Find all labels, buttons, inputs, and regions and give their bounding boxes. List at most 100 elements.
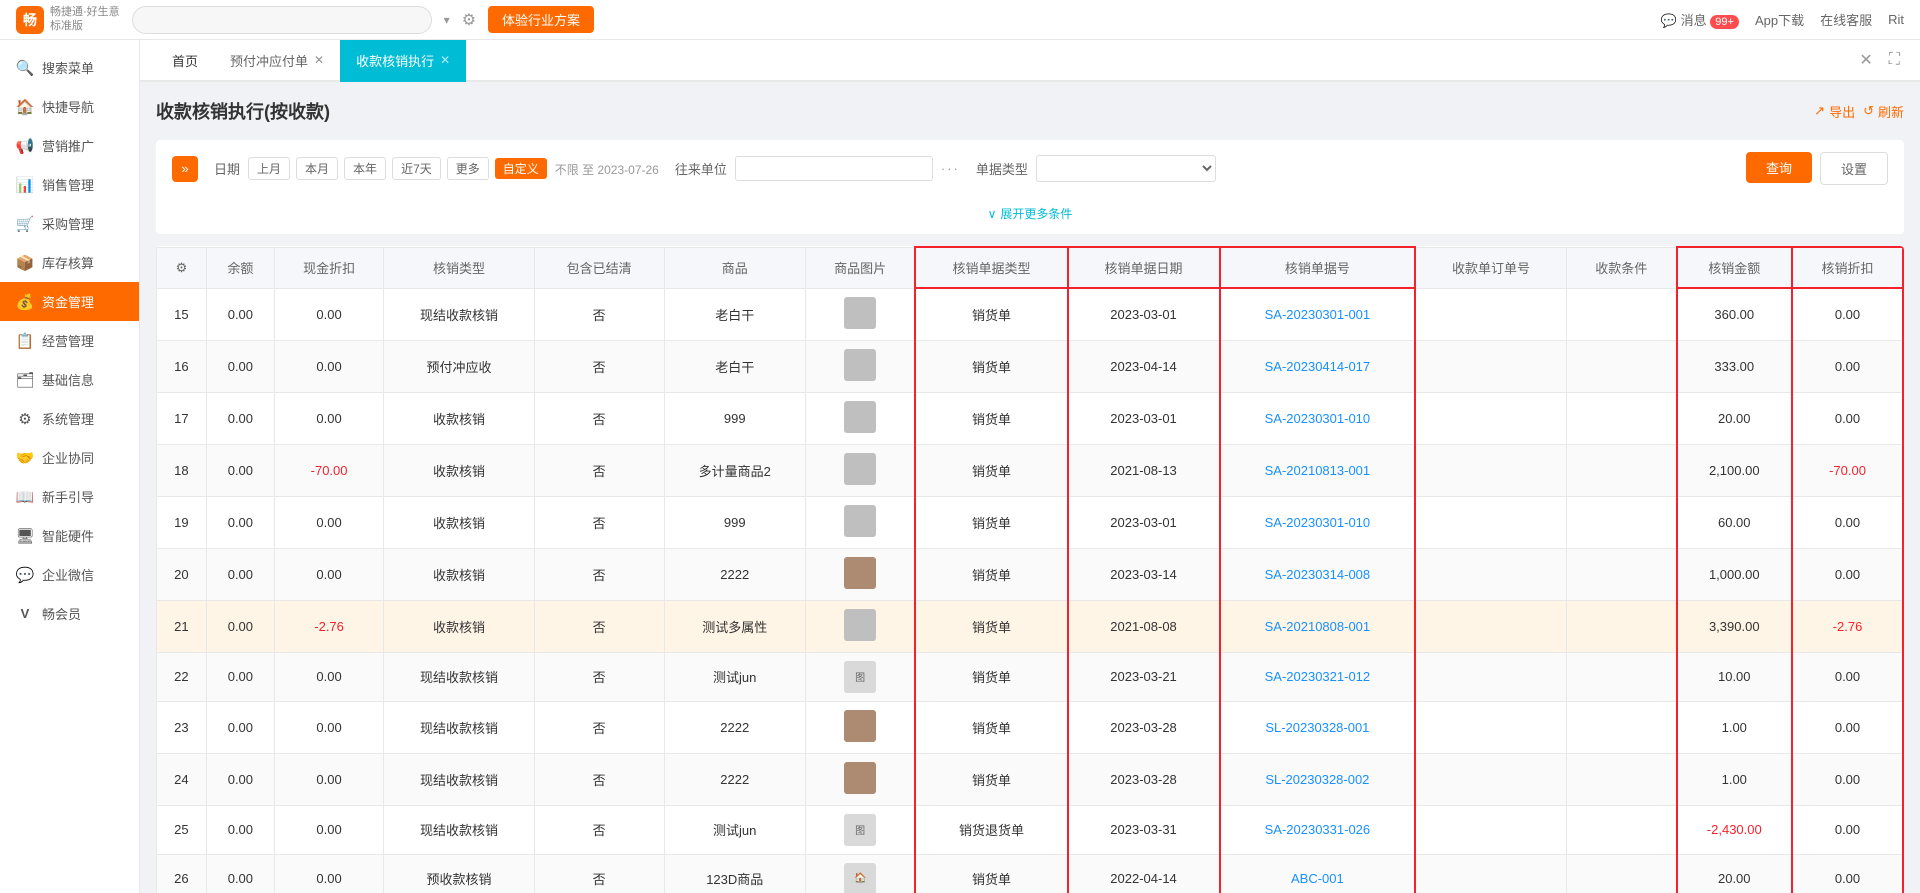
doc-no-link[interactable]: ABC-001 — [1291, 871, 1344, 886]
user-name[interactable]: Rit — [1888, 12, 1904, 27]
sidebar: 🔍 搜索菜单 🏠 快捷导航 📢 营销推广 📊 销售管理 🛒 采购管理 📦 库存核… — [0, 40, 140, 893]
inventory-icon: 📦 — [16, 254, 34, 272]
sidebar-item-quicknav[interactable]: 🏠 快捷导航 — [0, 87, 139, 126]
col-settings[interactable]: ⚙ — [157, 247, 207, 288]
logo-text: 畅捷通·好生意标准版 — [50, 6, 120, 32]
doc-no-link[interactable]: SA-20230301-010 — [1265, 515, 1371, 530]
cell-product: 多计量商品2 — [664, 444, 805, 496]
operations-icon: 📋 — [16, 332, 34, 350]
col-doc-type: 核销单据类型 — [915, 247, 1067, 288]
table-header: ⚙ 余额 现金折扣 核销类型 包含已结清 商品 商品图片 核销单据类型 核销单据… — [157, 247, 1904, 288]
date-btn-7days[interactable]: 近7天 — [392, 157, 441, 180]
sidebar-item-system[interactable]: ⚙ 系统管理 — [0, 399, 139, 438]
settings-icon[interactable]: ⚙ — [462, 10, 476, 30]
doc-no-link[interactable]: SA-20210808-001 — [1265, 619, 1371, 634]
system-icon: ⚙ — [16, 410, 34, 428]
doc-no-link[interactable]: SA-20230321-012 — [1265, 669, 1371, 684]
cell-cash-discount: 0.00 — [274, 854, 383, 893]
cell-doc-no: SA-20230331-026 — [1220, 805, 1416, 854]
cell-discount: 0.00 — [1792, 805, 1903, 854]
doc-no-link[interactable]: SA-20230331-026 — [1265, 822, 1371, 837]
cell-balance: 0.00 — [206, 444, 274, 496]
col-pay-cond: 收款条件 — [1566, 247, 1676, 288]
online-service-link[interactable]: 在线客服 — [1820, 10, 1872, 29]
sidebar-item-label: 新手引导 — [42, 487, 94, 506]
sidebar-item-guide[interactable]: 📖 新手引导 — [0, 477, 139, 516]
main-panel: 首页 预付冲应付单 ✕ 收款核销执行 ✕ ✕ ⛶ 收款核销执行(按收款) — [140, 40, 1920, 893]
doc-no-link[interactable]: SL-20230328-002 — [1265, 772, 1369, 787]
date-btn-more[interactable]: 更多 — [447, 157, 489, 180]
hardware-icon: 🖥 — [16, 527, 34, 545]
tab-fullscreen-button[interactable]: ⛶ — [1885, 46, 1904, 74]
refresh-button[interactable]: ↺ 刷新 — [1863, 102, 1904, 121]
sidebar-item-marketing[interactable]: 📢 营销推广 — [0, 126, 139, 165]
sidebar-item-operations[interactable]: 📋 经营管理 — [0, 321, 139, 360]
setting-button[interactable]: 设置 — [1820, 152, 1888, 185]
tab-prepay-close[interactable]: ✕ — [314, 53, 324, 67]
date-btn-last-month[interactable]: 上月 — [248, 157, 290, 180]
tab-receipt[interactable]: 收款核销执行 ✕ — [340, 40, 466, 82]
tab-receipt-close[interactable]: ✕ — [440, 53, 450, 67]
product-image: 🏠 — [844, 863, 876, 893]
doc-no-link[interactable]: SA-20210813-001 — [1265, 463, 1371, 478]
doc-no-link[interactable]: SL-20230328-001 — [1265, 720, 1369, 735]
sidebar-item-search[interactable]: 🔍 搜索菜单 — [0, 48, 139, 87]
sidebar-item-label: 搜索菜单 — [42, 58, 94, 77]
marketing-icon: 📢 — [16, 137, 34, 155]
sidebar-item-member[interactable]: V 畅会员 — [0, 594, 139, 633]
search-input[interactable] — [132, 6, 432, 34]
cell-settled: 否 — [534, 288, 664, 340]
receipt-type-label: 单据类型 — [976, 159, 1028, 178]
cell-order-no — [1415, 652, 1566, 701]
date-btn-this-year[interactable]: 本年 — [344, 157, 386, 180]
sidebar-item-label: 采购管理 — [42, 214, 94, 233]
app-download-link[interactable]: App下载 — [1755, 10, 1804, 29]
doc-no-link[interactable]: SA-20230301-001 — [1265, 307, 1371, 322]
cell-doc-type: 销货单 — [915, 288, 1067, 340]
cell-doc-no: SA-20210813-001 — [1220, 444, 1416, 496]
sidebar-item-label: 资金管理 — [42, 292, 94, 311]
from-unit-input[interactable] — [735, 156, 933, 181]
sidebar-item-collab[interactable]: 🤝 企业协同 — [0, 438, 139, 477]
message-icon[interactable]: 💬 消息 99+ — [1661, 10, 1739, 29]
filter-expand-button[interactable]: » — [172, 156, 198, 182]
receipt-type-select[interactable] — [1036, 155, 1216, 182]
cell-doc-no: SA-20210808-001 — [1220, 600, 1416, 652]
cell-pay-cond — [1566, 805, 1676, 854]
tab-prepay[interactable]: 预付冲应付单 ✕ — [214, 40, 340, 82]
doc-no-link[interactable]: SA-20230414-017 — [1265, 359, 1371, 374]
table-row: 23 0.00 0.00 现结收款核销 否 2222 销货单 2023-03-2… — [157, 701, 1904, 753]
sidebar-item-purchase[interactable]: 🛒 采购管理 — [0, 204, 139, 243]
sidebar-item-inventory[interactable]: 📦 库存核算 — [0, 243, 139, 282]
table-row: 26 0.00 0.00 预收款核销 否 123D商品 🏠 销货单 2022-0… — [157, 854, 1904, 893]
doc-no-link[interactable]: SA-20230314-008 — [1265, 567, 1371, 582]
sidebar-item-finance[interactable]: 💰 资金管理 — [0, 282, 139, 321]
export-button[interactable]: ↗ 导出 — [1814, 102, 1855, 121]
data-table-wrap: ⚙ 余额 现金折扣 核销类型 包含已结清 商品 商品图片 核销单据类型 核销单据… — [156, 246, 1904, 893]
tab-close-all-button[interactable]: ✕ — [1855, 46, 1876, 74]
cell-amount: 1.00 — [1677, 701, 1793, 753]
msg-badge: 99+ — [1710, 15, 1739, 29]
cell-cash-discount: 0.00 — [274, 652, 383, 701]
tab-home[interactable]: 首页 — [156, 40, 214, 82]
cell-amount: 10.00 — [1677, 652, 1793, 701]
cell-amount: -2,430.00 — [1677, 805, 1793, 854]
dropdown-arrow[interactable]: ▾ — [444, 13, 450, 27]
sidebar-item-wechat[interactable]: 💬 企业微信 — [0, 555, 139, 594]
doc-no-link[interactable]: SA-20230301-010 — [1265, 411, 1371, 426]
cell-balance: 0.00 — [206, 854, 274, 893]
sidebar-item-hardware[interactable]: 🖥 智能硬件 — [0, 516, 139, 555]
date-custom-button[interactable]: 自定义 — [495, 158, 547, 179]
sidebar-item-sales[interactable]: 📊 销售管理 — [0, 165, 139, 204]
date-btn-this-month[interactable]: 本月 — [296, 157, 338, 180]
cell-type: 收款核销 — [384, 496, 534, 548]
query-button[interactable]: 查询 — [1746, 152, 1812, 183]
cell-doc-no: SA-20230301-001 — [1220, 288, 1416, 340]
sidebar-item-basic-info[interactable]: 🗂 基础信息 — [0, 360, 139, 399]
cell-product: 2222 — [664, 548, 805, 600]
cell-cash-discount: 0.00 — [274, 548, 383, 600]
cell-order-no — [1415, 340, 1566, 392]
cell-doc-type: 销货退货单 — [915, 805, 1067, 854]
expand-more-button[interactable]: ∨ 展开更多条件 — [172, 205, 1888, 222]
industry-solution-button[interactable]: 体验行业方案 — [488, 6, 594, 33]
